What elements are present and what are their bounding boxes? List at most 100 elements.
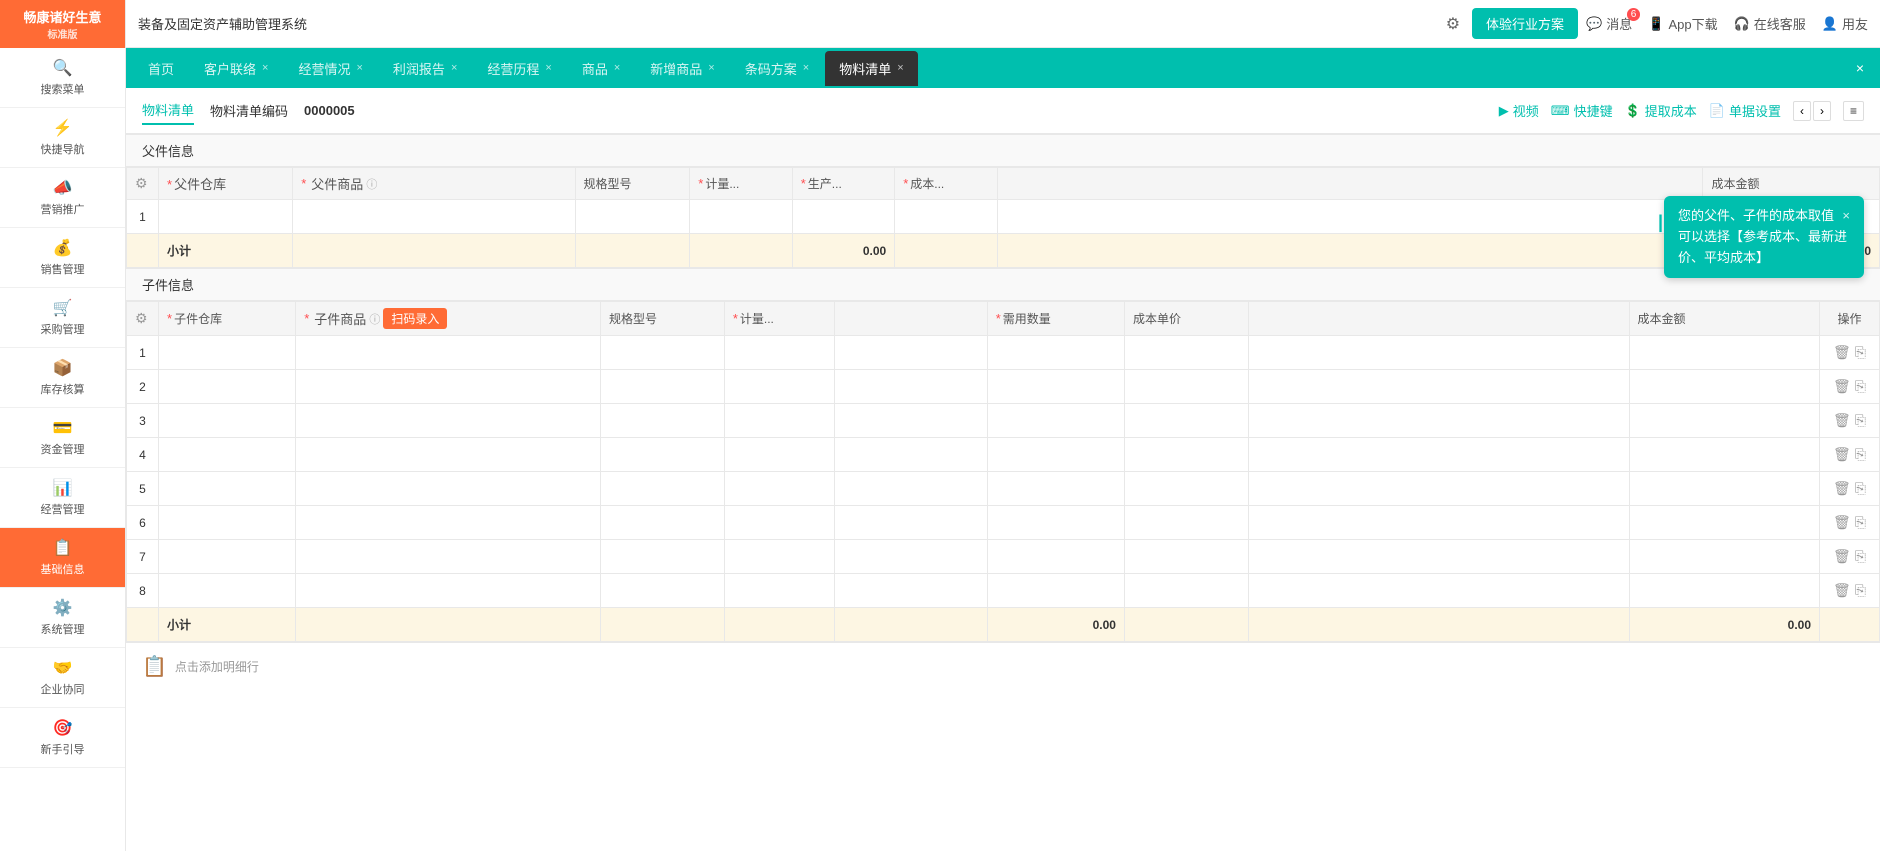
child-row-1-needed-qty[interactable] [987, 336, 1124, 370]
sidebar-item-finance[interactable]: 💳 资金管理 [0, 408, 125, 468]
child-row-6-warehouse[interactable] [159, 506, 296, 540]
child-row-7-warehouse[interactable] [159, 540, 296, 574]
sidebar-item-marketing[interactable]: 📣 营销推广 [0, 168, 125, 228]
child-row-3-copy-icon[interactable]: ⎘ [1855, 412, 1866, 429]
tab-new-goods-close[interactable]: × [708, 62, 714, 74]
tab-goods[interactable]: 商品 × [568, 51, 634, 86]
tab-bom[interactable]: 物料清单 × [825, 51, 917, 86]
tab-history[interactable]: 经营历程 × [473, 51, 565, 86]
child-row-5-unit[interactable] [724, 472, 835, 506]
parent-row-1-goods[interactable] [293, 200, 575, 234]
parent-row-1-spec[interactable] [575, 200, 690, 234]
child-row-3-unit[interactable] [724, 404, 835, 438]
view-video-btn[interactable]: ▶ 视频 [1499, 101, 1539, 120]
child-row-2-spec[interactable] [601, 370, 725, 404]
tab-customer[interactable]: 客户联络 × [190, 51, 282, 86]
child-row-8-copy-icon[interactable]: ⎘ [1855, 582, 1866, 599]
parent-row-1-production[interactable] [792, 200, 894, 234]
child-row-3-spec[interactable] [601, 404, 725, 438]
message-item[interactable]: 💬 消息 6 [1586, 14, 1632, 33]
child-row-8-unit[interactable] [724, 574, 835, 608]
child-row-3-needed-qty[interactable] [987, 404, 1124, 438]
child-row-1-copy-icon[interactable]: ⎘ [1855, 344, 1866, 361]
child-row-3-unit-cost[interactable] [1124, 404, 1248, 438]
child-row-4-needed-qty[interactable] [987, 438, 1124, 472]
online-support-item[interactable]: 🎧 在线客服 [1734, 14, 1806, 33]
child-row-7-delete-icon[interactable]: 🗑 [1833, 548, 1851, 565]
child-row-5-copy-icon[interactable]: ⎘ [1855, 480, 1866, 497]
child-row-8-unit-cost[interactable] [1124, 574, 1248, 608]
child-row-8-spec[interactable] [601, 574, 725, 608]
child-row-6-copy-icon[interactable]: ⎘ [1855, 514, 1866, 531]
sidebar-item-operations[interactable]: 📊 经营管理 [0, 468, 125, 528]
child-row-8-delete-icon[interactable]: 🗑 [1833, 582, 1851, 599]
prev-arrow[interactable]: ‹ [1793, 101, 1811, 121]
child-row-7-needed-qty[interactable] [987, 540, 1124, 574]
child-settings-icon[interactable]: ⚙ [135, 310, 148, 326]
child-row-5-delete-icon[interactable]: 🗑 [1833, 480, 1851, 497]
child-row-1-goods[interactable] [296, 336, 601, 370]
tab-operations[interactable]: 经营情况 × [284, 51, 376, 86]
child-row-3-goods[interactable] [296, 404, 601, 438]
child-row-2-needed-qty[interactable] [987, 370, 1124, 404]
child-row-1-warehouse[interactable] [159, 336, 296, 370]
child-row-7-unit-cost[interactable] [1124, 540, 1248, 574]
child-row-1-delete-icon[interactable]: 🗑 [1833, 344, 1851, 361]
close-all-tabs[interactable]: × [1848, 56, 1872, 80]
child-row-8-goods[interactable] [296, 574, 601, 608]
user-item[interactable]: 👤 用友 [1822, 14, 1868, 33]
add-row-icon[interactable]: 📋 [142, 654, 167, 679]
settings-icon[interactable]: ⚙ [1442, 10, 1464, 38]
child-row-2-warehouse[interactable] [159, 370, 296, 404]
child-row-7-unit[interactable] [724, 540, 835, 574]
extract-cost-btn[interactable]: 💲 提取成本 [1625, 101, 1697, 120]
tab-barcode-close[interactable]: × [803, 62, 809, 74]
sidebar-item-search[interactable]: 🔍 搜索菜单 [0, 48, 125, 108]
child-row-4-unit-cost[interactable] [1124, 438, 1248, 472]
parent-row-1-unit[interactable] [690, 200, 792, 234]
sidebar-item-guide[interactable]: 🎯 新手引导 [0, 708, 125, 768]
parent-row-1-warehouse[interactable] [159, 200, 293, 234]
child-row-3-delete-icon[interactable]: 🗑 [1833, 412, 1851, 429]
single-setup-btn[interactable]: 📄 单据设置 [1709, 101, 1781, 120]
sidebar-item-basic[interactable]: 📋 基础信息 [0, 528, 125, 588]
parent-goods-info-icon[interactable]: ⓘ [366, 176, 377, 192]
child-row-7-copy-icon[interactable]: ⎘ [1855, 548, 1866, 565]
tab-bom-close[interactable]: × [897, 62, 903, 74]
trial-button[interactable]: 体验行业方案 [1472, 8, 1578, 39]
child-row-6-unit[interactable] [724, 506, 835, 540]
tab-barcode[interactable]: 条码方案 × [731, 51, 823, 86]
child-row-6-needed-qty[interactable] [987, 506, 1124, 540]
sidebar-item-quicknav[interactable]: ⚡ 快捷导航 [0, 108, 125, 168]
child-row-1-unit[interactable] [724, 336, 835, 370]
tooltip-close-btn[interactable]: × [1842, 206, 1850, 227]
child-row-3-warehouse[interactable] [159, 404, 296, 438]
add-row-text[interactable]: 点击添加明细行 [175, 658, 259, 675]
child-goods-info-icon[interactable]: ⓘ [369, 311, 380, 327]
sub-tab-bom[interactable]: 物料清单 [142, 96, 194, 125]
child-row-4-spec[interactable] [601, 438, 725, 472]
child-row-2-goods[interactable] [296, 370, 601, 404]
child-row-6-spec[interactable] [601, 506, 725, 540]
sidebar-item-purchase[interactable]: 🛒 采购管理 [0, 288, 125, 348]
shortcut-btn[interactable]: ⌨ 快捷键 [1551, 101, 1613, 120]
child-row-8-needed-qty[interactable] [987, 574, 1124, 608]
child-row-4-copy-icon[interactable]: ⎘ [1855, 446, 1866, 463]
tab-profit-close[interactable]: × [451, 62, 457, 74]
child-row-6-goods[interactable] [296, 506, 601, 540]
tab-goods-close[interactable]: × [614, 62, 620, 74]
child-row-1-unit-cost[interactable] [1124, 336, 1248, 370]
sidebar-item-sales[interactable]: 💰 销售管理 [0, 228, 125, 288]
child-row-1-spec[interactable] [601, 336, 725, 370]
tab-customer-close[interactable]: × [262, 62, 268, 74]
sidebar-item-inventory[interactable]: 📦 库存核算 [0, 348, 125, 408]
app-download-item[interactable]: 📱 App下载 [1648, 14, 1717, 33]
sidebar-item-collab[interactable]: 🤝 企业协同 [0, 648, 125, 708]
child-row-2-unit-cost[interactable] [1124, 370, 1248, 404]
child-row-5-unit-cost[interactable] [1124, 472, 1248, 506]
child-row-5-warehouse[interactable] [159, 472, 296, 506]
child-row-7-goods[interactable] [296, 540, 601, 574]
scan-input-btn[interactable]: 扫码录入 [383, 308, 447, 329]
child-row-7-spec[interactable] [601, 540, 725, 574]
tab-profit[interactable]: 利润报告 × [379, 51, 471, 86]
